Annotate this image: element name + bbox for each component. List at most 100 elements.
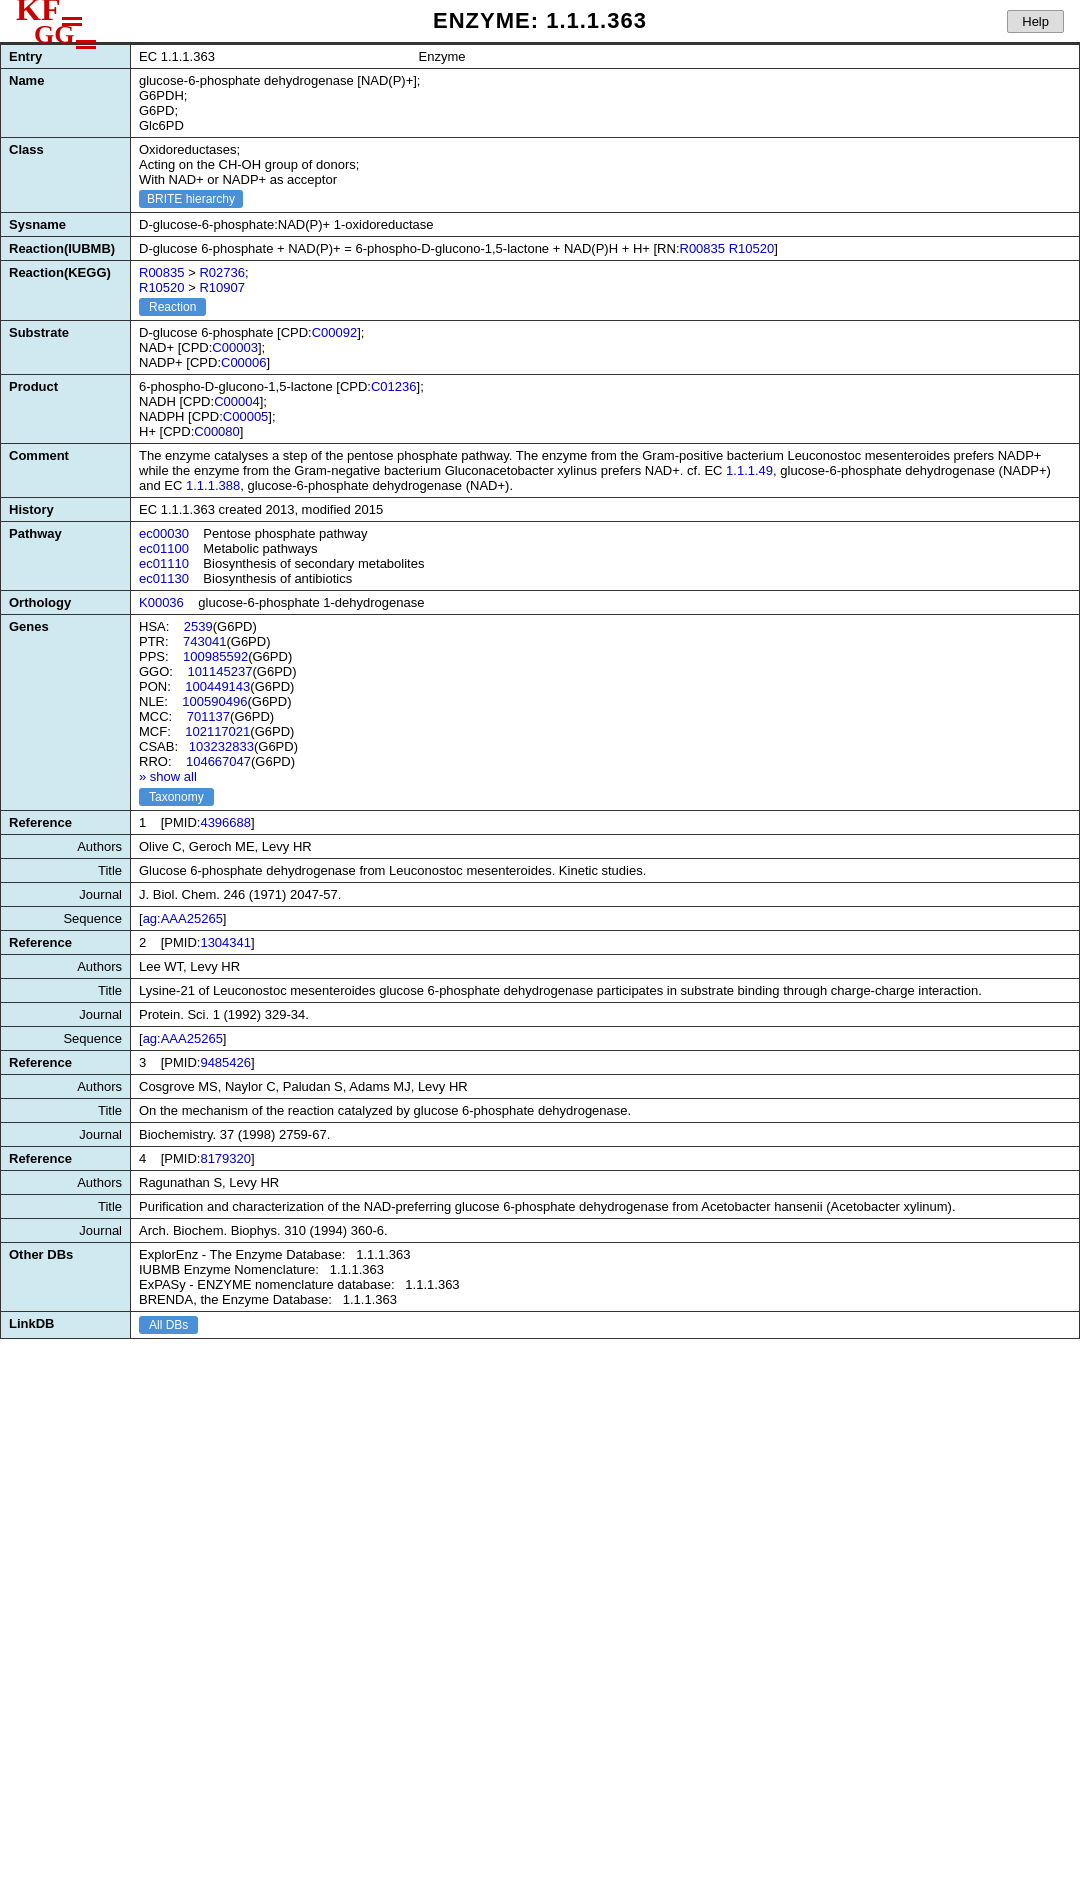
reference-1-sequence-row: Sequence [ag:AAA25265]	[1, 907, 1080, 931]
substrate-label: Substrate	[1, 321, 131, 375]
reference-1-value: 1 [PMID:4396688]	[131, 811, 1080, 835]
reaction-iubmb-value: D-glucose 6-phosphate + NAD(P)+ = 6-phos…	[131, 237, 1080, 261]
authors-2-label: Authors	[1, 955, 131, 979]
gene-ggo-link[interactable]: 101145237	[187, 664, 252, 679]
journal-2-value: Protein. Sci. 1 (1992) 329-34.	[131, 1003, 1080, 1027]
linkdb-row: LinkDB All DBs	[1, 1312, 1080, 1339]
reaction-button[interactable]: Reaction	[139, 298, 206, 316]
title-2-value: Lysine-21 of Leuconostoc mesenteroides g…	[131, 979, 1080, 1003]
pmid-4396688-link[interactable]: 4396688	[200, 815, 251, 830]
reference-3-journal-row: Journal Biochemistry. 37 (1998) 2759-67.	[1, 1123, 1080, 1147]
pathway-ec01100-link[interactable]: ec01100	[139, 541, 189, 556]
authors-2-value: Lee WT, Levy HR	[131, 955, 1080, 979]
title-2-label: Title	[1, 979, 131, 1003]
reaction-kegg-value: R00835 > R02736; R10520 > R10907 Reactio…	[131, 261, 1080, 321]
gene-pps-link[interactable]: 100985592	[183, 649, 248, 664]
authors-1-value: Olive C, Geroch ME, Levy HR	[131, 835, 1080, 859]
kegg-r02736-link[interactable]: R02736	[199, 265, 245, 280]
gene-mcc-link[interactable]: 701137	[187, 709, 230, 724]
authors-4-value: Ragunathan S, Levy HR	[131, 1171, 1080, 1195]
journal-3-label: Journal	[1, 1123, 131, 1147]
title-4-label: Title	[1, 1195, 131, 1219]
title-3-label: Title	[1, 1099, 131, 1123]
cpd-c00004-link[interactable]: C00004	[214, 394, 260, 409]
reference-2-label: Reference	[1, 931, 131, 955]
journal-4-value: Arch. Biochem. Biophys. 310 (1994) 360-6…	[131, 1219, 1080, 1243]
brite-hierarchy-button[interactable]: BRITE hierarchy	[139, 190, 243, 208]
pathway-ec01110-link[interactable]: ec01110	[139, 556, 189, 571]
sysname-row: Sysname D-glucose-6-phosphate:NAD(P)+ 1-…	[1, 213, 1080, 237]
reference-4-value: 4 [PMID:8179320]	[131, 1147, 1080, 1171]
pmid-1304341-link[interactable]: 1304341	[200, 935, 251, 950]
linkdb-value: All DBs	[131, 1312, 1080, 1339]
history-label: History	[1, 498, 131, 522]
gene-csab-link[interactable]: 103232833	[189, 739, 254, 754]
reference-2-sequence-row: Sequence [ag:AAA25265]	[1, 1027, 1080, 1051]
cpd-c01236-link[interactable]: C01236	[371, 379, 417, 394]
orthology-row: Orthology K00036 glucose-6-phosphate 1-d…	[1, 591, 1080, 615]
rn-r00835-link[interactable]: R00835	[680, 241, 726, 256]
seq-ag-aaa25265-2-link[interactable]: ag:AAA25265	[143, 1031, 223, 1046]
pathway-ec01130-link[interactable]: ec01130	[139, 571, 189, 586]
reference-1-journal-row: Journal J. Biol. Chem. 246 (1971) 2047-5…	[1, 883, 1080, 907]
orthology-k00036-link[interactable]: K00036	[139, 595, 184, 610]
cpd-c00005-link[interactable]: C00005	[223, 409, 269, 424]
class-row: Class Oxidoreductases; Acting on the CH-…	[1, 138, 1080, 213]
reference-4-title-row: Title Purification and characterization …	[1, 1195, 1080, 1219]
reaction-iubmb-label: Reaction(IUBMB)	[1, 237, 131, 261]
orthology-label: Orthology	[1, 591, 131, 615]
show-all-link[interactable]: » show all	[139, 769, 197, 784]
help-button[interactable]: Help	[1007, 10, 1064, 33]
pathway-ec00030-link[interactable]: ec00030	[139, 526, 189, 541]
ec-1-1-1-49-link[interactable]: 1.1.1.49	[726, 463, 773, 478]
rn-r10520-link[interactable]: R10520	[729, 241, 775, 256]
reference-3-label: Reference	[1, 1051, 131, 1075]
cpd-c00003-link[interactable]: C00003	[212, 340, 258, 355]
other-dbs-row: Other DBs ExplorEnz - The Enzyme Databas…	[1, 1243, 1080, 1312]
authors-3-value: Cosgrove MS, Naylor C, Paludan S, Adams …	[131, 1075, 1080, 1099]
other-dbs-value: ExplorEnz - The Enzyme Database: 1.1.1.3…	[131, 1243, 1080, 1312]
product-value: 6-phospho-D-glucono-1,5-lactone [CPD:C01…	[131, 375, 1080, 444]
kegg-r10520-link[interactable]: R10520	[139, 280, 185, 295]
sysname-value: D-glucose-6-phosphate:NAD(P)+ 1-oxidored…	[131, 213, 1080, 237]
reference-4-journal-row: Journal Arch. Biochem. Biophys. 310 (199…	[1, 1219, 1080, 1243]
logo-gg: GG	[34, 20, 74, 50]
kegg-r00835-link[interactable]: R00835	[139, 265, 185, 280]
reference-2-authors-row: Authors Lee WT, Levy HR	[1, 955, 1080, 979]
cpd-c00092-link[interactable]: C00092	[312, 325, 358, 340]
reaction-kegg-label: Reaction(KEGG)	[1, 261, 131, 321]
genes-label: Genes	[1, 615, 131, 811]
substrate-row: Substrate D-glucose 6-phosphate [CPD:C00…	[1, 321, 1080, 375]
sequence-2-label: Sequence	[1, 1027, 131, 1051]
pmid-8179320-link[interactable]: 8179320	[200, 1151, 251, 1166]
comment-value: The enzyme catalyses a step of the pento…	[131, 444, 1080, 498]
seq-ag-aaa25265-1-link[interactable]: ag:AAA25265	[143, 911, 223, 926]
pmid-9485426-link[interactable]: 9485426	[200, 1055, 251, 1070]
gene-nle-link[interactable]: 100590496	[182, 694, 247, 709]
gene-mcf-link[interactable]: 102117021	[185, 724, 250, 739]
kegg-logo: KF GG	[16, 0, 96, 51]
authors-1-label: Authors	[1, 835, 131, 859]
cpd-c00006-link[interactable]: C00006	[221, 355, 267, 370]
kegg-r10907-link[interactable]: R10907	[199, 280, 245, 295]
entry-value: EC 1.1.1.363 Enzyme	[131, 45, 1080, 69]
taxonomy-button[interactable]: Taxonomy	[139, 788, 214, 806]
reference-3-authors-row: Authors Cosgrove MS, Naylor C, Paludan S…	[1, 1075, 1080, 1099]
genes-value: HSA: 2539(G6PD) PTR: 743041(G6PD) PPS: 1…	[131, 615, 1080, 811]
page-title: ENZYME: 1.1.1.363	[433, 8, 647, 34]
title-3-value: On the mechanism of the reaction catalyz…	[131, 1099, 1080, 1123]
cpd-c00080-link[interactable]: C00080	[194, 424, 240, 439]
sysname-label: Sysname	[1, 213, 131, 237]
gene-rro-link[interactable]: 104667047	[186, 754, 251, 769]
reference-1-row: Reference 1 [PMID:4396688]	[1, 811, 1080, 835]
reaction-kegg-row: Reaction(KEGG) R00835 > R02736; R10520 >…	[1, 261, 1080, 321]
gene-pon-link[interactable]: 100449143	[185, 679, 250, 694]
ec-1-1-1-388-link[interactable]: 1.1.1.388	[186, 478, 240, 493]
gene-hsa-2539-link[interactable]: 2539	[184, 619, 213, 634]
sequence-1-value: [ag:AAA25265]	[131, 907, 1080, 931]
sequence-1-label: Sequence	[1, 907, 131, 931]
all-dbs-button[interactable]: All DBs	[139, 1316, 198, 1334]
reference-1-label: Reference	[1, 811, 131, 835]
gene-ptr-link[interactable]: 743041	[183, 634, 226, 649]
reference-2-value: 2 [PMID:1304341]	[131, 931, 1080, 955]
